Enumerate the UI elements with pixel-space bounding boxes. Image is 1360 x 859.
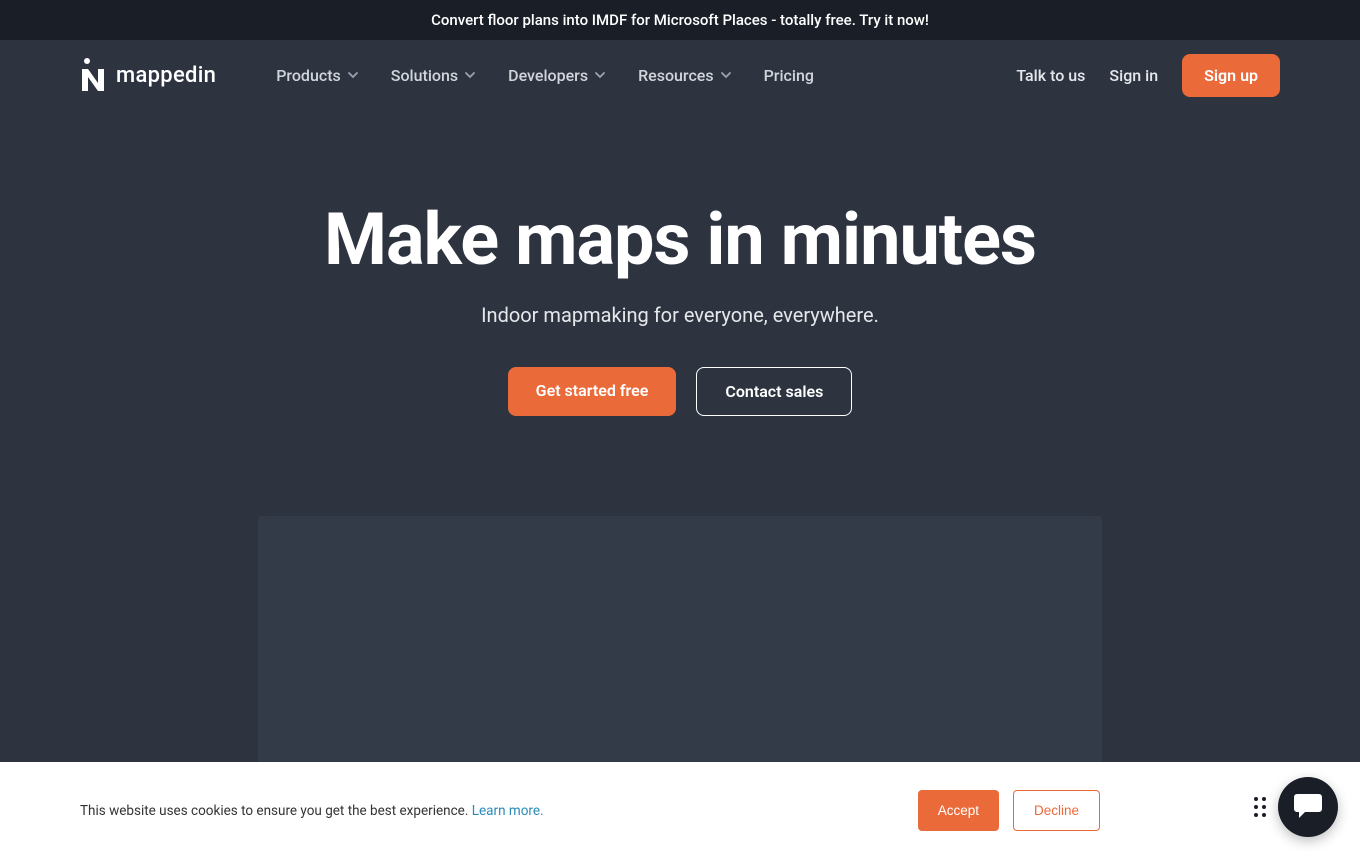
cookie-accept-button[interactable]: Accept bbox=[918, 790, 999, 831]
announcement-banner[interactable]: Convert floor plans into IMDF for Micros… bbox=[0, 0, 1360, 40]
chat-widget bbox=[1254, 777, 1338, 837]
talk-to-us-link[interactable]: Talk to us bbox=[1016, 66, 1085, 85]
cookie-consent-bar: This website uses cookies to ensure you … bbox=[0, 762, 1360, 859]
hero-subtitle: Indoor mapmaking for everyone, everywher… bbox=[0, 303, 1360, 327]
hero-preview-placeholder bbox=[258, 516, 1102, 766]
hero-section: Make maps in minutes Indoor mapmaking fo… bbox=[0, 110, 1360, 416]
nav-label: Resources bbox=[638, 66, 714, 85]
nav-label: Products bbox=[276, 66, 341, 85]
nav-label: Pricing bbox=[764, 66, 814, 85]
sign-up-button[interactable]: Sign up bbox=[1182, 54, 1280, 97]
nav-item-solutions[interactable]: Solutions bbox=[391, 66, 476, 85]
get-started-button[interactable]: Get started free bbox=[508, 367, 677, 416]
chevron-down-icon bbox=[464, 69, 476, 81]
cookie-decline-button[interactable]: Decline bbox=[1013, 790, 1100, 831]
contact-sales-button[interactable]: Contact sales bbox=[696, 367, 852, 416]
logo-mark-icon bbox=[80, 57, 106, 93]
chevron-down-icon bbox=[720, 69, 732, 81]
drag-handle-icon[interactable] bbox=[1254, 797, 1266, 817]
cookie-learn-more-link[interactable]: Learn more. bbox=[472, 803, 544, 819]
main-header: mappedin Products Solutions Developers R… bbox=[0, 40, 1360, 110]
hero-cta-group: Get started free Contact sales bbox=[0, 367, 1360, 416]
nav-item-resources[interactable]: Resources bbox=[638, 66, 732, 85]
nav-label: Developers bbox=[508, 66, 588, 85]
brand-logo[interactable]: mappedin bbox=[80, 57, 216, 93]
nav-label: Solutions bbox=[391, 66, 458, 85]
chat-launcher-button[interactable] bbox=[1278, 777, 1338, 837]
hero-title: Make maps in minutes bbox=[0, 200, 1360, 279]
nav-item-pricing[interactable]: Pricing bbox=[764, 66, 814, 85]
announcement-text: Convert floor plans into IMDF for Micros… bbox=[431, 11, 929, 29]
main-nav: Products Solutions Developers Resources … bbox=[276, 66, 814, 85]
cookie-buttons: Accept Decline bbox=[918, 790, 1100, 831]
header-actions: Talk to us Sign in Sign up bbox=[1016, 54, 1280, 97]
chevron-down-icon bbox=[347, 69, 359, 81]
chevron-down-icon bbox=[594, 69, 606, 81]
chat-icon bbox=[1293, 791, 1323, 823]
sign-in-link[interactable]: Sign in bbox=[1109, 66, 1158, 85]
brand-name: mappedin bbox=[116, 63, 216, 88]
cookie-text: This website uses cookies to ensure you … bbox=[80, 803, 544, 819]
nav-item-developers[interactable]: Developers bbox=[508, 66, 606, 85]
nav-item-products[interactable]: Products bbox=[276, 66, 359, 85]
cookie-message: This website uses cookies to ensure you … bbox=[80, 803, 472, 819]
